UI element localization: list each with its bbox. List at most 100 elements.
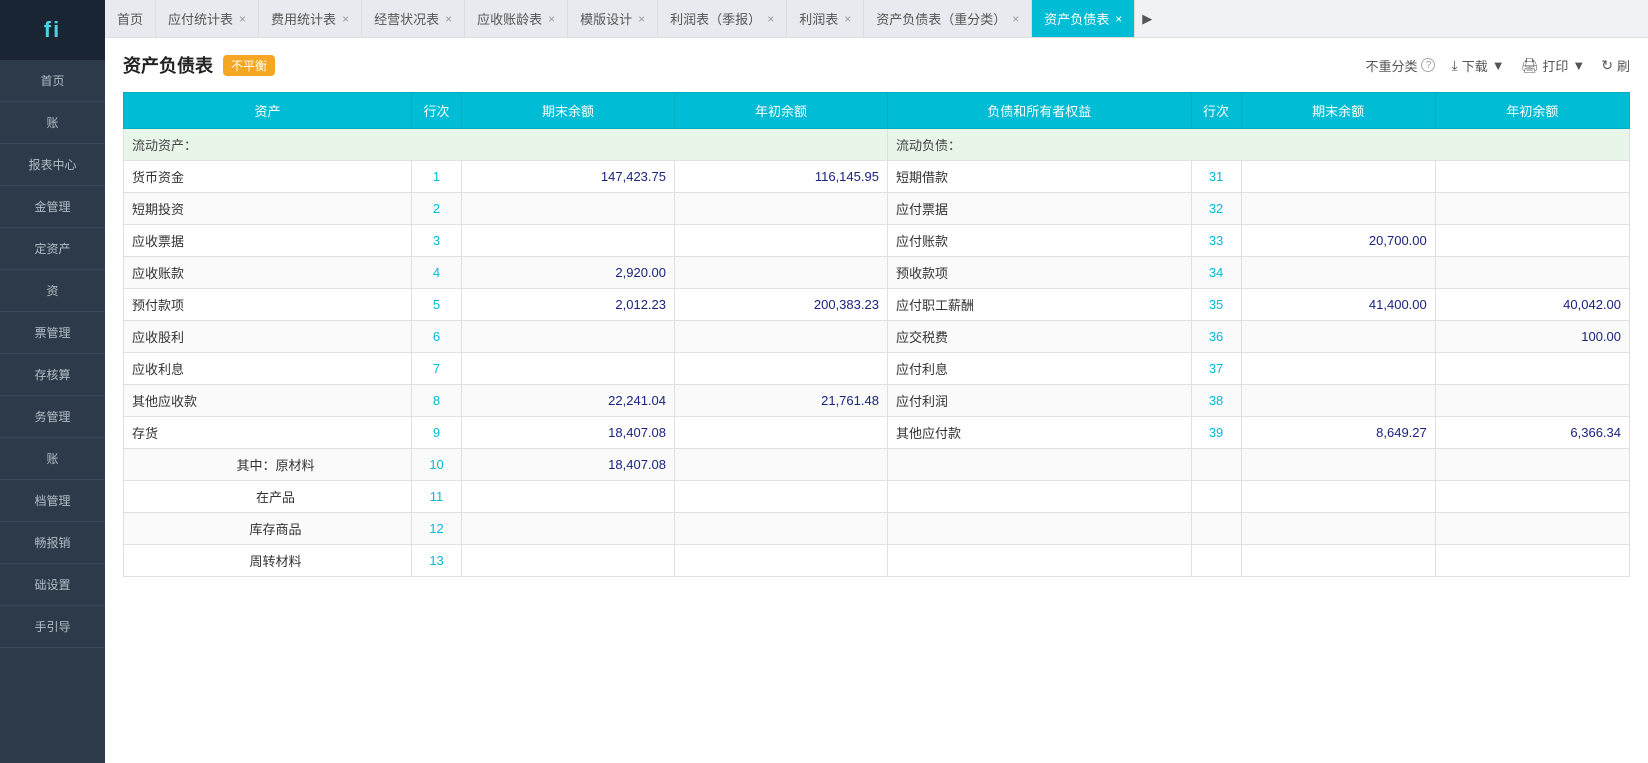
refresh-icon: ↻	[1601, 57, 1613, 74]
tab-bar: 首页 应付统计表 × 费用统计表 × 经营状况表 × 应收账龄表 × 模版设计 …	[105, 0, 1648, 38]
right-name: 应付票据	[887, 193, 1191, 225]
tab-close-payable-stats[interactable]: ×	[239, 12, 246, 26]
download-icon: ⤓	[1451, 57, 1457, 74]
left-name: 应收利息	[124, 353, 412, 385]
tab-template-design[interactable]: 模版设计 ×	[568, 0, 658, 38]
tab-home[interactable]: 首页	[105, 0, 156, 38]
table-row: 在产品 11	[124, 481, 1630, 513]
sidebar-item-account[interactable]: 账	[0, 102, 105, 144]
section-row: 流动资产： 流动负债：	[124, 129, 1630, 161]
tab-close-expense-stats[interactable]: ×	[342, 12, 349, 26]
sidebar-item-settings[interactable]: 础设置	[0, 564, 105, 606]
right-row-num	[1191, 481, 1241, 513]
left-start-balance: 21,761.48	[675, 385, 888, 417]
left-end-balance: 147,423.75	[462, 161, 675, 193]
print-button[interactable]: 🖨 打印 ▼	[1521, 56, 1586, 75]
sidebar-item-tickets[interactable]: 票管理	[0, 312, 105, 354]
right-start-balance: 100.00	[1435, 321, 1629, 353]
table-row: 应收利息 7 应付利息 37	[124, 353, 1630, 385]
right-name: 应付利润	[887, 385, 1191, 417]
download-button[interactable]: ⤓ 下载 ▼	[1451, 56, 1504, 75]
left-end-balance	[462, 321, 675, 353]
left-start-balance	[675, 513, 888, 545]
table-row: 货币资金 1 147,423.75 116,145.95 短期借款 31	[124, 161, 1630, 193]
left-name: 应收账款	[124, 257, 412, 289]
left-name: 在产品	[124, 481, 412, 513]
sidebar-item-fixed-assets[interactable]: 定资产	[0, 228, 105, 270]
right-row-num: 35	[1191, 289, 1241, 321]
section-label-left: 流动资产：	[124, 129, 888, 161]
col-header-end-balance-1: 期末余额	[462, 93, 675, 129]
sidebar-item-reports[interactable]: 报表中心	[0, 144, 105, 186]
right-end-balance: 41,400.00	[1241, 289, 1435, 321]
table-row: 应收股利 6 应交税费 36 100.00	[124, 321, 1630, 353]
left-row-num: 2	[412, 193, 462, 225]
left-name: 应收股利	[124, 321, 412, 353]
right-row-num: 32	[1191, 193, 1241, 225]
left-end-balance	[462, 193, 675, 225]
col-header-start-balance-1: 年初余额	[675, 93, 888, 129]
right-end-balance	[1241, 161, 1435, 193]
sidebar-item-ledger[interactable]: 账	[0, 438, 105, 480]
content-area: 资产负债表 不平衡 不重分类 ? ⤓ 下载 ▼ 🖨 打印 ▼	[105, 38, 1648, 763]
sidebar-item-home[interactable]: 首页	[0, 60, 105, 102]
tab-close-profit-quarterly[interactable]: ×	[767, 12, 774, 26]
left-end-balance	[462, 225, 675, 257]
right-row-num: 37	[1191, 353, 1241, 385]
left-name: 应收票据	[124, 225, 412, 257]
refresh-button[interactable]: ↻ 刷	[1601, 56, 1630, 75]
tab-receivable-aging[interactable]: 应收账龄表 ×	[465, 0, 568, 38]
table-row: 应收账款 4 2,920.00 预收款项 34	[124, 257, 1630, 289]
right-start-balance	[1435, 481, 1629, 513]
left-end-balance: 18,407.08	[462, 417, 675, 449]
tab-scroll-right[interactable]: ▶	[1135, 0, 1159, 38]
sidebar-logo: fi	[0, 0, 105, 60]
tab-balance[interactable]: 资产负债表 ×	[1032, 0, 1135, 38]
sidebar-item-archive[interactable]: 档管理	[0, 480, 105, 522]
classify-toggle[interactable]: 不重分类 ?	[1365, 56, 1435, 75]
right-start-balance	[1435, 193, 1629, 225]
tab-close-template-design[interactable]: ×	[638, 12, 645, 26]
right-name: 应交税费	[887, 321, 1191, 353]
tab-payable-stats[interactable]: 应付统计表 ×	[156, 0, 259, 38]
sidebar-item-fund[interactable]: 金管理	[0, 186, 105, 228]
sidebar-item-affairs[interactable]: 务管理	[0, 396, 105, 438]
left-row-num: 11	[412, 481, 462, 513]
tab-close-balance[interactable]: ×	[1115, 12, 1122, 26]
tab-profit-quarterly[interactable]: 利润表（季报） ×	[658, 0, 787, 38]
right-start-balance	[1435, 449, 1629, 481]
tab-profit[interactable]: 利润表 ×	[787, 0, 864, 38]
right-name: 短期借款	[887, 161, 1191, 193]
right-name: 应付账款	[887, 225, 1191, 257]
dropdown-arrow-download: ▼	[1492, 58, 1505, 73]
right-start-balance	[1435, 513, 1629, 545]
left-end-balance	[462, 353, 675, 385]
right-row-num: 38	[1191, 385, 1241, 417]
tab-operations[interactable]: 经营状况表 ×	[362, 0, 465, 38]
col-header-row-num-1: 行次	[412, 93, 462, 129]
sidebar-item-investment[interactable]: 资	[0, 270, 105, 312]
left-start-balance	[675, 257, 888, 289]
right-row-num	[1191, 449, 1241, 481]
table-row: 短期投资 2 应付票据 32	[124, 193, 1630, 225]
left-start-balance	[675, 321, 888, 353]
sidebar: fi 首页 账 报表中心 金管理 定资产 资 票管理 存核算 务管理 账 档管理…	[0, 0, 105, 763]
sidebar-item-expense[interactable]: 畅报销	[0, 522, 105, 564]
left-end-balance	[462, 481, 675, 513]
tab-close-operations[interactable]: ×	[445, 12, 452, 26]
tab-close-balance-reclassified[interactable]: ×	[1012, 12, 1019, 26]
col-header-liabilities: 负债和所有者权益	[887, 93, 1191, 129]
tab-close-receivable-aging[interactable]: ×	[548, 12, 555, 26]
sidebar-item-inventory[interactable]: 存核算	[0, 354, 105, 396]
tab-close-profit[interactable]: ×	[844, 12, 851, 26]
left-end-balance: 2,920.00	[462, 257, 675, 289]
sidebar-item-guide[interactable]: 手引导	[0, 606, 105, 648]
right-row-num	[1191, 545, 1241, 577]
tab-balance-reclassified[interactable]: 资产负债表（重分类） ×	[864, 0, 1032, 38]
left-end-balance: 22,241.04	[462, 385, 675, 417]
tab-expense-stats[interactable]: 费用统计表 ×	[259, 0, 362, 38]
left-row-num: 8	[412, 385, 462, 417]
left-end-balance: 18,407.08	[462, 449, 675, 481]
left-row-num: 7	[412, 353, 462, 385]
left-row-num: 6	[412, 321, 462, 353]
